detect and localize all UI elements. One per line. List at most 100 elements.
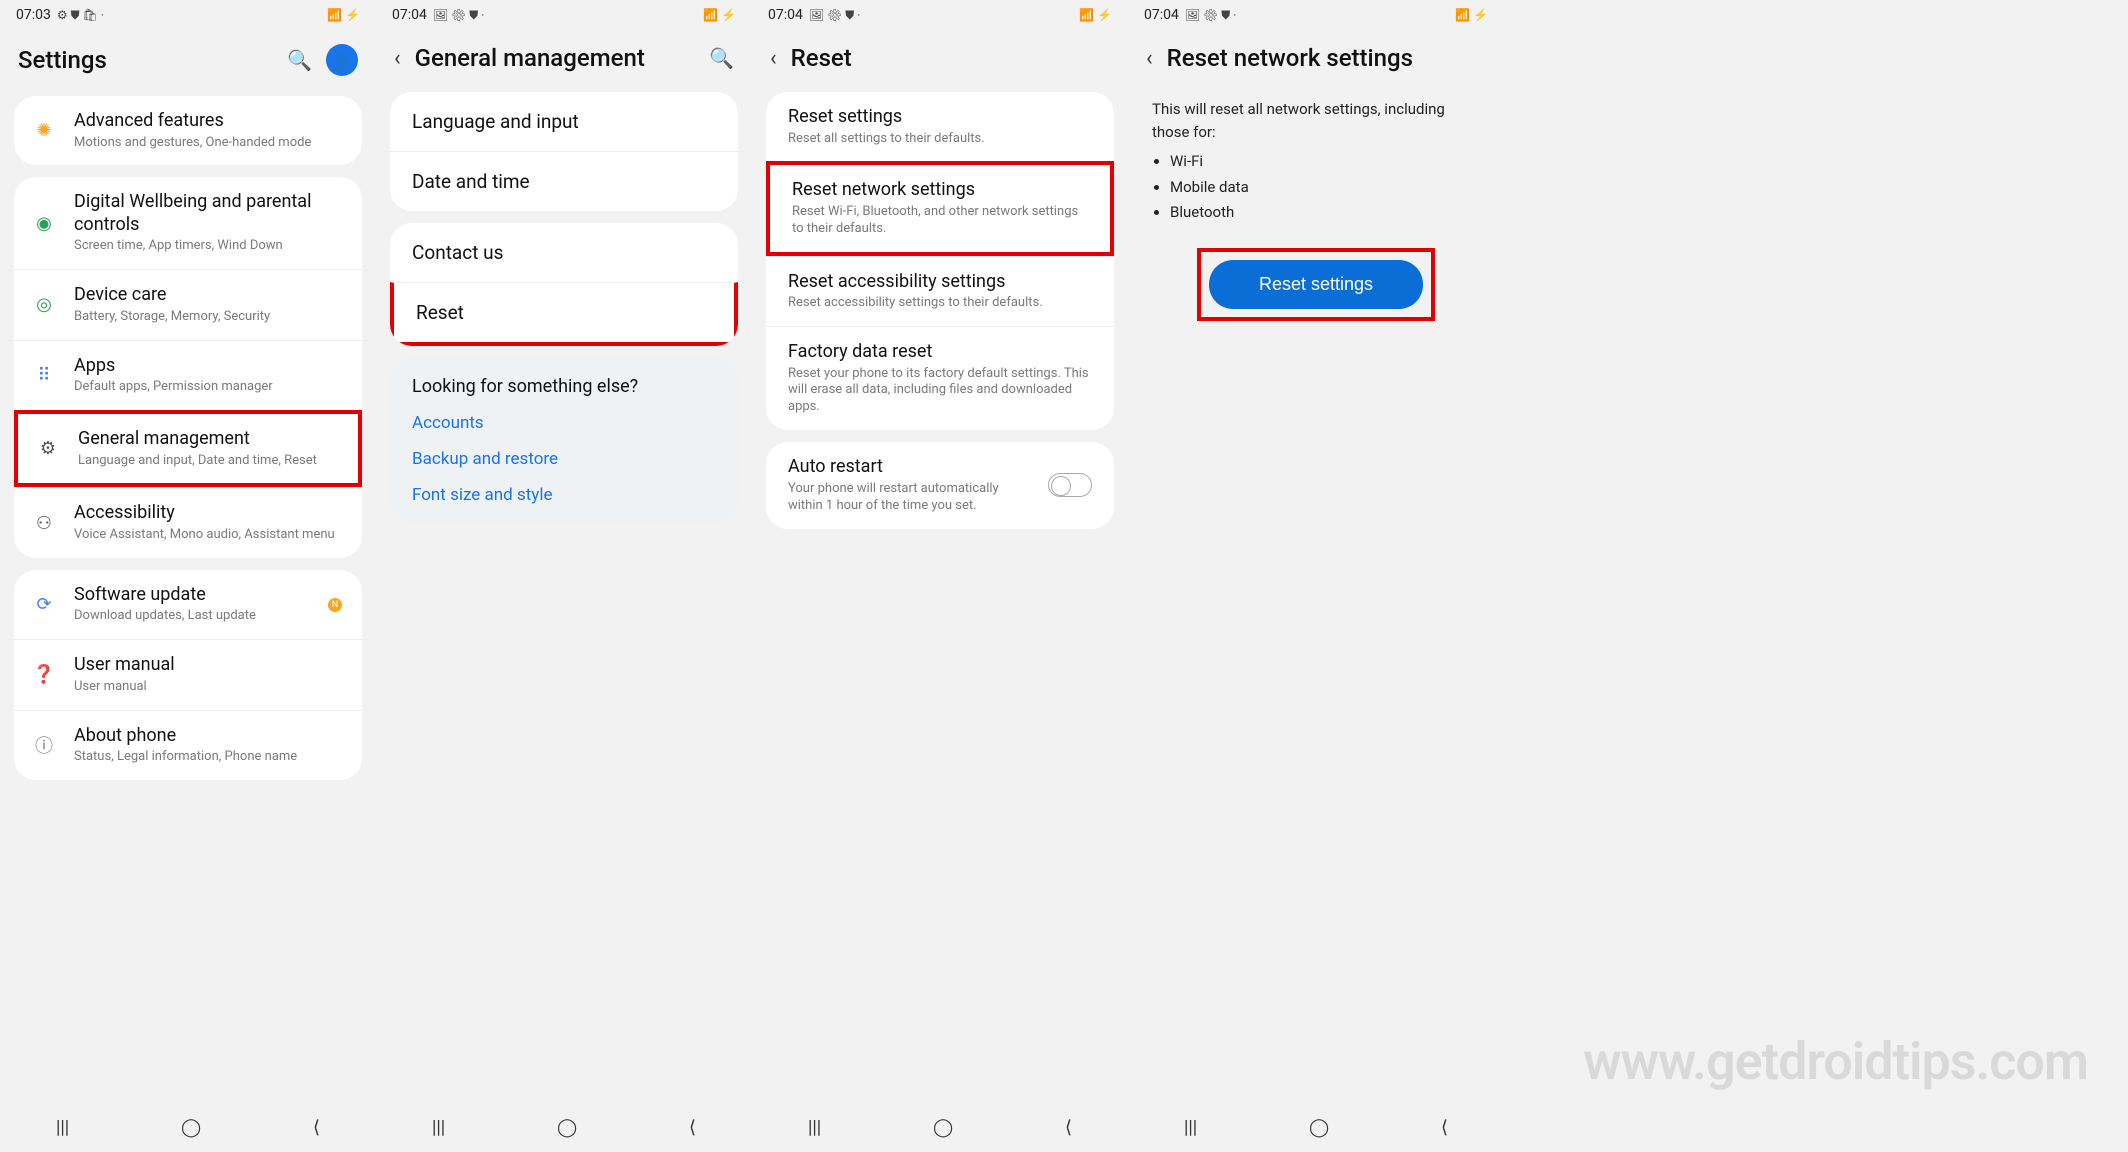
page-title: General management [415, 44, 695, 72]
apps-icon: ⠿ [30, 361, 58, 389]
nav-recent[interactable]: ||| [416, 1111, 461, 1144]
auto-restart-toggle[interactable] [1048, 473, 1092, 497]
nav-bar: ||| ◯ ⟨ [752, 1102, 1128, 1152]
item-title: User manual [74, 654, 346, 677]
search-icon[interactable]: 🔍 [709, 46, 734, 70]
gm-item-language-input[interactable]: Language and input [390, 92, 738, 151]
settings-item-about-phone[interactable]: ⓘ About phone Status, Legal information,… [14, 710, 362, 780]
item-sub: Status, Legal information, Phone name [74, 749, 346, 766]
status-right-icons: 📶 ⚡ [1079, 8, 1112, 22]
status-bar: 07:04 🖼 ⚙ ⛊ · 📶 ⚡ [376, 0, 752, 30]
item-sub: Reset all settings to their defaults. [788, 131, 1092, 148]
settings-item-accessibility[interactable]: ⚇ Accessibility Voice Assistant, Mono au… [14, 487, 362, 557]
item-sub: Screen time, App timers, Wind Down [74, 238, 346, 255]
nav-bar: ||| ◯ ⟨ [1128, 1102, 1504, 1152]
item-title: About phone [74, 725, 346, 748]
wellbeing-icon: ◉ [30, 209, 58, 237]
gm-item-date-time[interactable]: Date and time [390, 151, 738, 211]
looking-for-label: Looking for something else? [390, 358, 738, 405]
reset-item-reset-settings[interactable]: Reset settings Reset all settings to the… [766, 92, 1114, 161]
nav-home[interactable]: ◯ [917, 1111, 969, 1144]
item-sub: Motions and gestures, One-handed mode [74, 135, 346, 152]
nav-bar: ||| ◯ ⟨ [376, 1102, 752, 1152]
reset-network-bullets: Wi-Fi Mobile data Bluetooth [1128, 147, 1504, 238]
settings-item-digital-wellbeing[interactable]: ◉ Digital Wellbeing and parental control… [14, 177, 362, 269]
status-time: 07:03 [16, 7, 51, 23]
status-left-icons: 🖼 ⚙ ⛊ · [433, 8, 485, 23]
status-left-icons: 🖼 ⚙ ⛊ · [1185, 8, 1237, 23]
item-sub: Battery, Storage, Memory, Security [74, 309, 346, 326]
item-title: Digital Wellbeing and parental controls [74, 191, 346, 236]
bullet-wifi: Wi-Fi [1170, 149, 1480, 175]
settings-item-advanced-features[interactable]: ✺ Advanced features Motions and gestures… [14, 96, 362, 165]
status-bar: 07:04 🖼 ⚙ ⛊ · 📶 ⚡ [1128, 0, 1504, 30]
header: Settings 🔍 👤 [0, 30, 376, 90]
status-time: 07:04 [768, 7, 803, 23]
item-sub: Your phone will restart automatically wi… [788, 481, 1018, 515]
page-title: Reset [791, 44, 1110, 72]
settings-item-user-manual[interactable]: ❓ User manual User manual [14, 639, 362, 709]
status-right-icons: 📶 ⚡ [703, 8, 736, 22]
nav-recent[interactable]: ||| [1168, 1111, 1213, 1144]
back-icon[interactable]: ‹ [770, 46, 777, 71]
item-title: Device care [74, 284, 346, 307]
reset-settings-button[interactable]: Reset settings [1209, 260, 1423, 309]
item-sub: Reset your phone to its factory default … [788, 366, 1092, 417]
bullet-mobile-data: Mobile data [1170, 175, 1480, 201]
nav-back[interactable]: ⟨ [1049, 1111, 1088, 1144]
nav-bar: ||| ◯ ⟨ [0, 1102, 376, 1152]
page-title: Settings [18, 46, 273, 74]
settings-item-device-care[interactable]: ◎ Device care Battery, Storage, Memory, … [14, 269, 362, 339]
page-title: Reset network settings [1167, 44, 1486, 72]
header: ‹ General management 🔍 [376, 30, 752, 86]
item-sub: Default apps, Permission manager [74, 379, 346, 396]
item-sub: Download updates, Last update [74, 608, 312, 625]
profile-icon[interactable]: 👤 [326, 44, 358, 76]
status-bar: 07:03 ⚙ ⛊ 🛍 · 📶 ⚡ [0, 0, 376, 30]
screen-reset: 07:04 🖼 ⚙ ⛊ · 📶 ⚡ ‹ Reset Reset settings… [752, 0, 1128, 1152]
settings-item-apps[interactable]: ⠿ Apps Default apps, Permission manager [14, 340, 362, 410]
reset-button-highlight: Reset settings [1197, 248, 1435, 321]
screen-general-management: 07:04 🖼 ⚙ ⛊ · 📶 ⚡ ‹ General management 🔍… [376, 0, 752, 1152]
reset-item-reset-network-settings[interactable]: Reset network settings Reset Wi-Fi, Blue… [766, 161, 1114, 255]
link-font-size-style[interactable]: Font size and style [390, 477, 738, 523]
nav-home[interactable]: ◯ [541, 1111, 593, 1144]
nav-home[interactable]: ◯ [1293, 1111, 1345, 1144]
nav-back[interactable]: ⟨ [673, 1111, 712, 1144]
nav-recent[interactable]: ||| [40, 1111, 85, 1144]
item-title: General management [78, 428, 342, 451]
search-icon[interactable]: 🔍 [287, 48, 312, 72]
gm-item-contact-us[interactable]: Contact us [390, 223, 738, 282]
reset-item-reset-accessibility-settings[interactable]: Reset accessibility settings Reset acces… [766, 256, 1114, 326]
status-right-icons: 📶 ⚡ [1455, 8, 1488, 22]
item-sub: Reset Wi-Fi, Bluetooth, and other networ… [792, 204, 1088, 238]
status-left-icons: 🖼 ⚙ ⛊ · [809, 8, 861, 23]
reset-item-factory-data-reset[interactable]: Factory data reset Reset your phone to i… [766, 326, 1114, 430]
general-management-icon: ⚙ [34, 435, 62, 463]
update-badge: N [328, 598, 342, 612]
nav-recent[interactable]: ||| [792, 1111, 837, 1144]
item-sub: User manual [74, 679, 346, 696]
advanced-icon: ✺ [30, 117, 58, 145]
screen-settings: 07:03 ⚙ ⛊ 🛍 · 📶 ⚡ Settings 🔍 👤 ✺ Advance… [0, 0, 376, 1152]
status-right-icons: 📶 ⚡ [327, 8, 360, 22]
device-care-icon: ◎ [30, 291, 58, 319]
settings-item-general-management[interactable]: ⚙ General management Language and input,… [14, 410, 362, 487]
item-sub: Language and input, Date and time, Reset [78, 453, 342, 470]
back-icon[interactable]: ‹ [1146, 46, 1153, 71]
nav-back[interactable]: ⟨ [297, 1111, 336, 1144]
link-backup-restore[interactable]: Backup and restore [390, 441, 738, 477]
watermark: www.getdroidtips.com [1583, 1031, 2088, 1092]
back-icon[interactable]: ‹ [394, 46, 401, 71]
item-title: Reset network settings [792, 179, 1088, 202]
reset-item-auto-restart[interactable]: Auto restart Your phone will restart aut… [766, 442, 1114, 528]
link-accounts[interactable]: Accounts [390, 405, 738, 441]
item-title: Auto restart [788, 456, 1032, 479]
software-update-icon: ⟳ [30, 591, 58, 619]
item-title: Accessibility [74, 502, 346, 525]
nav-home[interactable]: ◯ [165, 1111, 217, 1144]
header: ‹ Reset [752, 30, 1128, 86]
settings-item-software-update[interactable]: ⟳ Software update Download updates, Last… [14, 570, 362, 639]
nav-back[interactable]: ⟨ [1425, 1111, 1464, 1144]
gm-item-reset[interactable]: Reset [390, 282, 738, 346]
